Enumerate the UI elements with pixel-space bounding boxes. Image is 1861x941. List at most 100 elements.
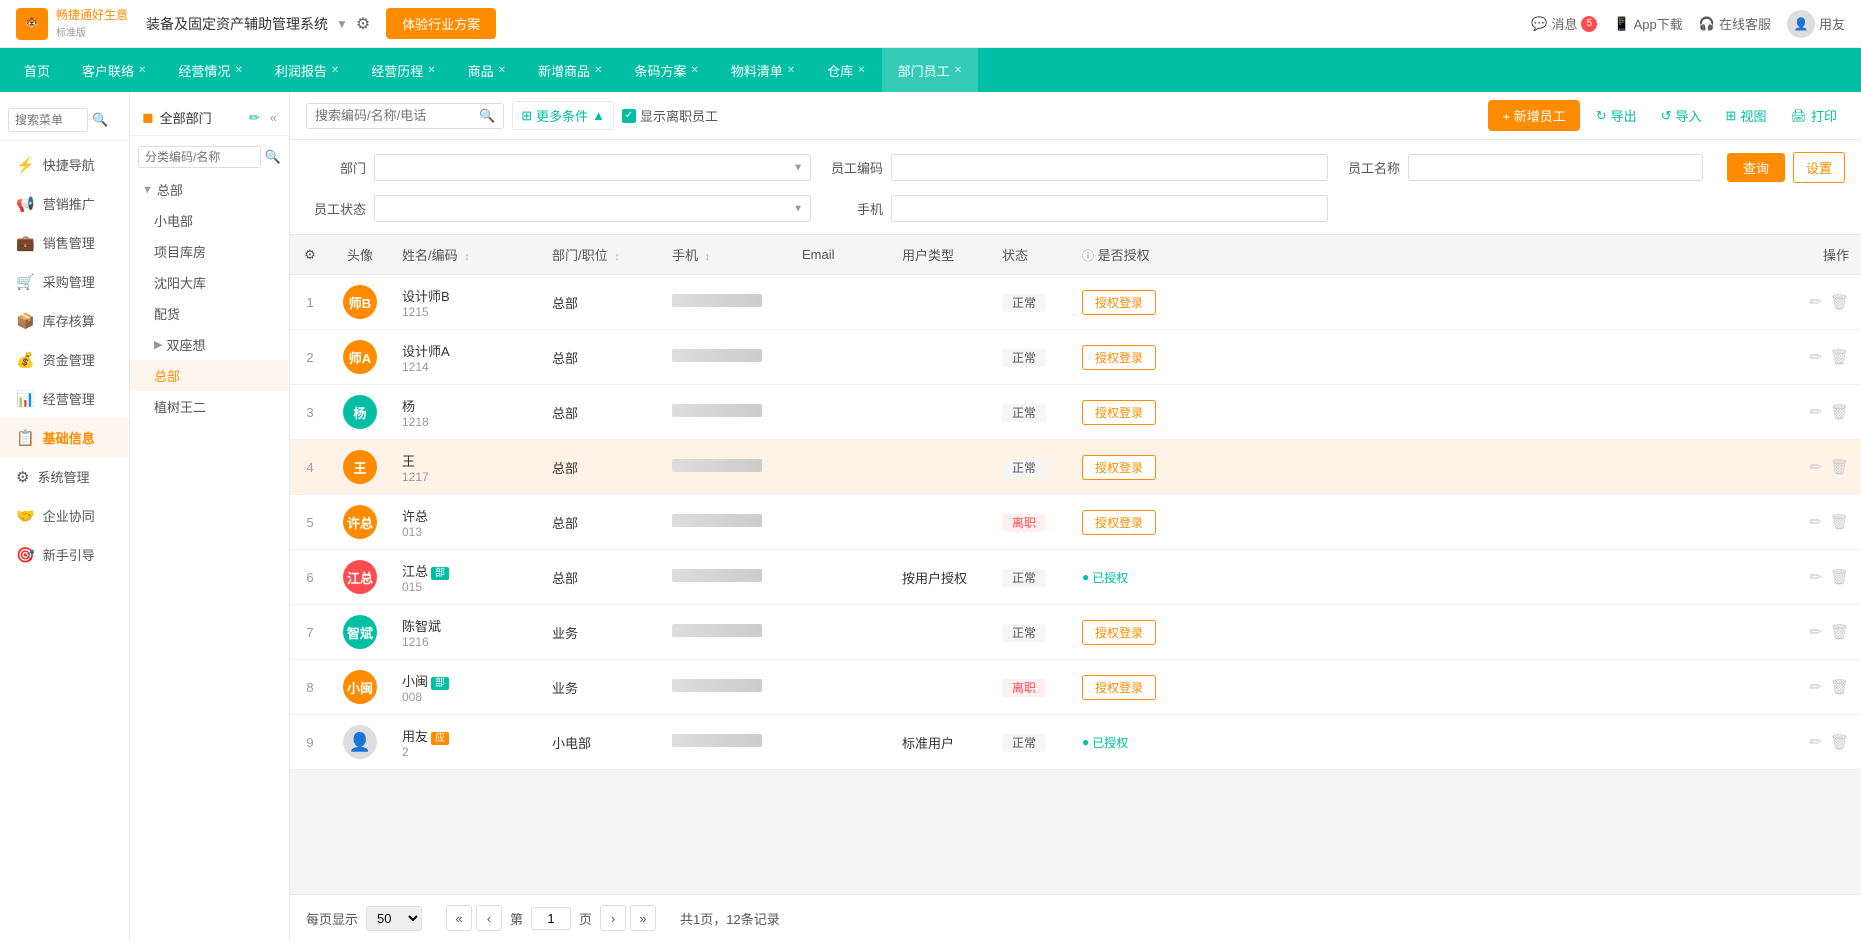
tab-profit[interactable]: 利润报告✕ [259, 48, 355, 92]
tree-node-xiangmukufang[interactable]: 项目库房 [130, 236, 289, 267]
dept-search-input[interactable] [138, 146, 261, 168]
dept-select[interactable] [374, 154, 811, 181]
delete-icon[interactable]: 🗑 [1830, 403, 1849, 421]
auth-button[interactable]: 授权登录 [1082, 675, 1156, 700]
tab-customer[interactable]: 客户联络✕ [66, 48, 162, 92]
auth-button[interactable]: 授权登录 [1082, 290, 1156, 315]
delete-icon[interactable]: 🗑 [1830, 513, 1849, 531]
tab-add-goods[interactable]: 新增商品✕ [522, 48, 618, 92]
tree-node-zhishuwang[interactable]: 植树王二 [130, 391, 289, 422]
export-button[interactable]: ↻ 导出 [1588, 102, 1645, 129]
settings-button[interactable]: 设置 [1793, 152, 1845, 183]
delete-icon[interactable]: 🗑 [1830, 678, 1849, 696]
auth-button[interactable]: 授权登录 [1082, 620, 1156, 645]
edit-icon[interactable]: ✏ [1809, 458, 1822, 476]
tab-goods[interactable]: 商品✕ [452, 48, 522, 92]
online-service-button[interactable]: 🎧 在线客服 [1699, 14, 1771, 33]
edit-icon[interactable]: ✏ [1809, 568, 1822, 586]
page-size-select[interactable]: 50 100 200 [366, 906, 422, 931]
tab-bom[interactable]: 物料清单✕ [715, 48, 811, 92]
tab-history[interactable]: 经营历程✕ [355, 48, 451, 92]
filter-more-button[interactable]: ⊞ 更多条件 ▲ [512, 101, 614, 130]
settings-icon[interactable]: ⚙ [304, 247, 316, 262]
sidebar-item-finance[interactable]: 💰资金管理 [0, 340, 129, 379]
sidebar-item-sales[interactable]: 💼销售管理 [0, 223, 129, 262]
tab-home[interactable]: 首页 [8, 48, 66, 92]
app-download-button[interactable]: 📱 App下载 [1613, 14, 1682, 33]
import-button[interactable]: ↺ 导入 [1653, 102, 1710, 129]
message-button[interactable]: 💬 消息 5 [1531, 14, 1597, 33]
tree-node-zongbu[interactable]: 总部 [130, 360, 289, 391]
gear-icon[interactable]: ⚙ [356, 14, 370, 34]
page-number-input[interactable] [531, 907, 571, 930]
sidebar-item-purchase[interactable]: 🛒采购管理 [0, 262, 129, 301]
close-icon[interactable]: ✕ [331, 65, 339, 76]
edit-icon[interactable]: ✏ [1809, 348, 1822, 366]
edit-icon[interactable]: ✏ [1809, 678, 1822, 696]
delete-icon[interactable]: 🗑 [1830, 348, 1849, 366]
edit-icon[interactable]: ✏ [1809, 293, 1822, 311]
sidebar-item-system[interactable]: ⚙系统管理 [0, 457, 129, 496]
sidebar-item-inventory[interactable]: 📦库存核算 [0, 301, 129, 340]
dept-collapse-icon[interactable]: « [270, 110, 277, 125]
filter-search-input[interactable] [315, 108, 475, 123]
edit-icon[interactable]: ✏ [1809, 623, 1822, 641]
delete-icon[interactable]: 🗑 [1830, 623, 1849, 641]
col-name-header[interactable]: 姓名/编码 ↕ [390, 235, 540, 275]
user-menu[interactable]: 👤 用友 [1787, 10, 1845, 38]
sidebar-item-collab[interactable]: 🤝企业协同 [0, 496, 129, 535]
sidebar-item-business[interactable]: 📊经营管理 [0, 379, 129, 418]
trial-button[interactable]: 体验行业方案 [386, 8, 496, 39]
tab-barcode[interactable]: 条码方案✕ [618, 48, 714, 92]
dept-edit-icon[interactable]: ✏ [249, 110, 260, 126]
auth-button[interactable]: 授权登录 [1082, 345, 1156, 370]
view-button[interactable]: ⊞ 视图 [1718, 102, 1775, 129]
phone-input[interactable] [891, 195, 1328, 222]
delete-icon[interactable]: 🗑 [1830, 733, 1849, 751]
next-page-button[interactable]: › [600, 905, 626, 931]
delete-icon[interactable]: 🗑 [1830, 458, 1849, 476]
col-dept-header[interactable]: 部门/职位 ↕ [540, 235, 660, 275]
delete-icon[interactable]: 🗑 [1830, 568, 1849, 586]
sidebar-search-input[interactable] [8, 108, 88, 132]
close-icon[interactable]: ✕ [594, 65, 602, 76]
edit-icon[interactable]: ✏ [1809, 733, 1822, 751]
close-icon[interactable]: ✕ [498, 65, 506, 76]
add-employee-button[interactable]: + 新增员工 [1488, 100, 1579, 131]
query-button[interactable]: 查询 [1727, 153, 1785, 182]
close-icon[interactable]: ✕ [427, 65, 435, 76]
close-icon[interactable]: ✕ [234, 65, 242, 76]
col-phone-header[interactable]: 手机 ↕ [660, 235, 790, 275]
close-icon[interactable]: ✕ [690, 65, 698, 76]
auth-button[interactable]: 授权登录 [1082, 510, 1156, 535]
tree-node-peihuo[interactable]: 配货 [130, 298, 289, 329]
last-page-button[interactable]: » [630, 905, 656, 931]
tab-warehouse[interactable]: 仓库✕ [811, 48, 881, 92]
tree-node-shuangzuoxiang[interactable]: ▶ 双座想 [130, 329, 289, 360]
sidebar-item-marketing[interactable]: 📢营销推广 [0, 184, 129, 223]
edit-icon[interactable]: ✏ [1809, 513, 1822, 531]
sidebar-item-basic[interactable]: 📋基础信息 [0, 418, 129, 457]
prev-page-button[interactable]: ‹ [476, 905, 502, 931]
tree-node-shenyangdaku[interactable]: 沈阳大库 [130, 267, 289, 298]
tab-dept-employee[interactable]: 部门员工✕ [882, 48, 978, 92]
close-icon[interactable]: ✕ [138, 65, 146, 76]
close-icon[interactable]: ✕ [787, 65, 795, 76]
close-icon[interactable]: ✕ [954, 65, 962, 76]
emp-code-input[interactable] [891, 154, 1328, 181]
tab-operation[interactable]: 经营情况✕ [162, 48, 258, 92]
close-icon[interactable]: ✕ [857, 65, 865, 76]
delete-icon[interactable]: 🗑 [1830, 293, 1849, 311]
show-resign-toggle[interactable]: ✓ 显示离职员工 [622, 106, 718, 125]
print-button[interactable]: 🖨 打印 [1782, 102, 1845, 129]
emp-status-select[interactable] [374, 195, 811, 222]
first-page-button[interactable]: « [446, 905, 472, 931]
sidebar-item-guide[interactable]: 🎯新手引导 [0, 535, 129, 574]
emp-name-input[interactable] [1408, 154, 1703, 181]
auth-button[interactable]: 授权登录 [1082, 455, 1156, 480]
auth-button[interactable]: 授权登录 [1082, 400, 1156, 425]
tree-node-xiaodiaobu[interactable]: 小电部 [130, 205, 289, 236]
edit-icon[interactable]: ✏ [1809, 403, 1822, 421]
sidebar-item-quicknav[interactable]: ⚡快捷导航 [0, 145, 129, 184]
tree-node-zongbu-parent[interactable]: ▼ 总部 [130, 174, 289, 205]
